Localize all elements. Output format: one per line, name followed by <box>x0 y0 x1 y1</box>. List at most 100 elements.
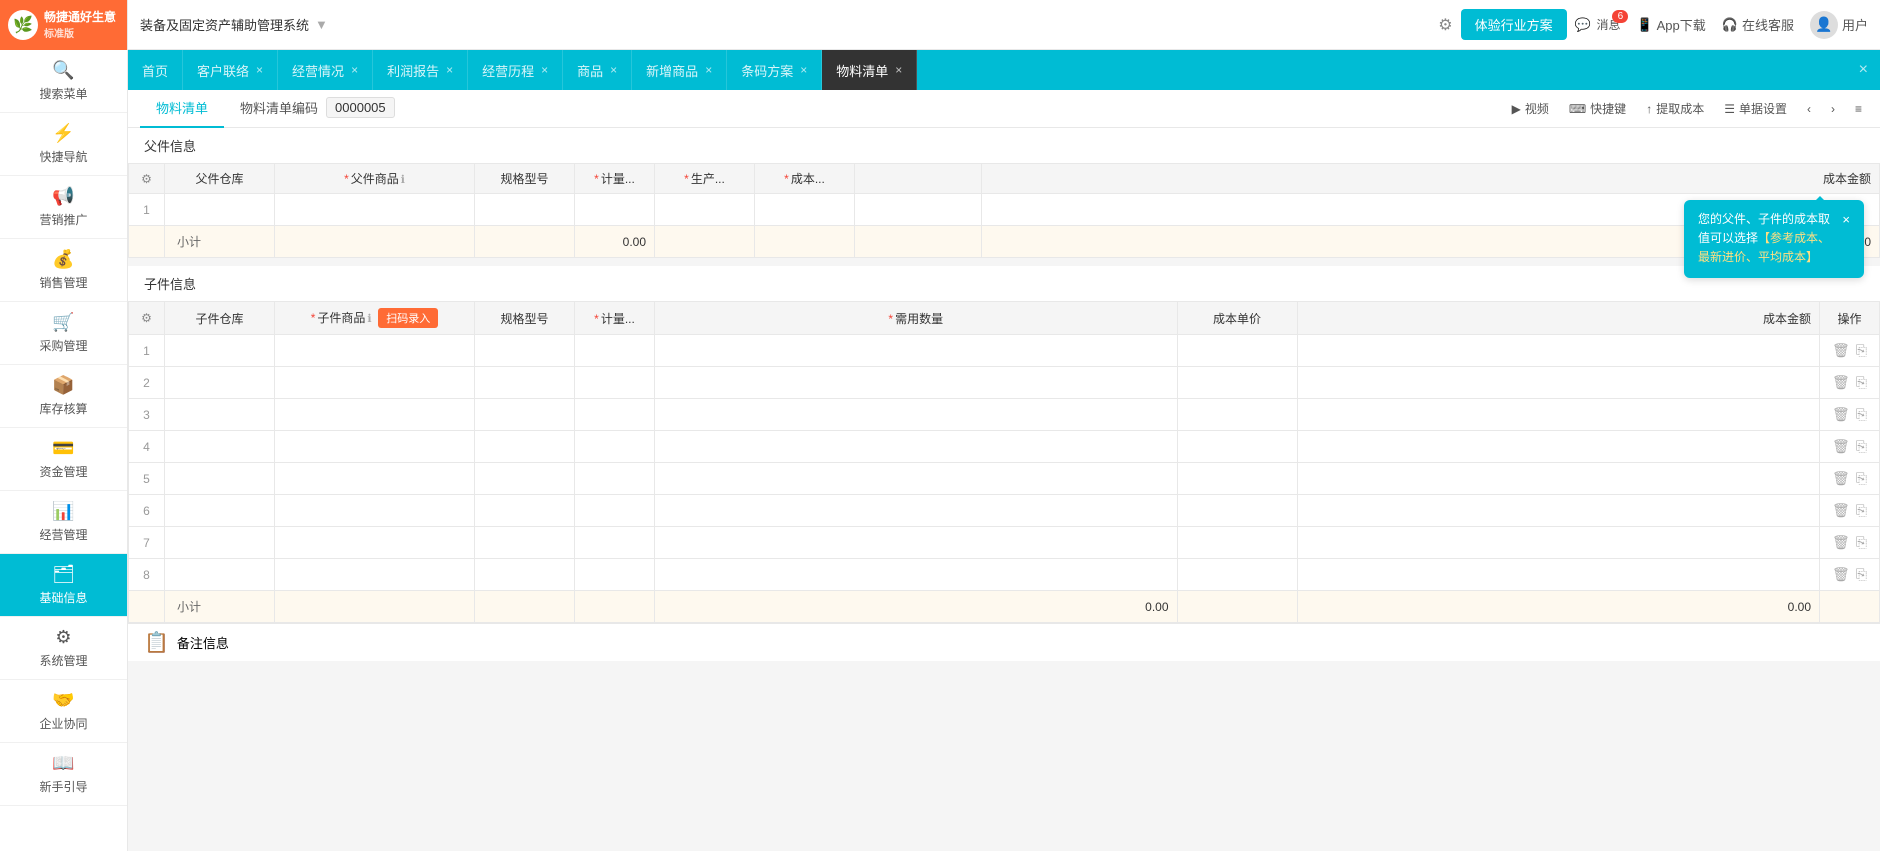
nav-close-all[interactable]: × <box>1847 50 1880 90</box>
tooltip-close-btn[interactable]: × <box>1842 210 1850 231</box>
child-row-qty[interactable] <box>655 495 1178 527</box>
child-row-qty[interactable] <box>655 335 1178 367</box>
child-row-cost-amount[interactable] <box>1297 527 1820 559</box>
user-btn[interactable]: 👤 用户 <box>1810 11 1868 39</box>
sidebar-item-purchase[interactable]: 🛒 采购管理 <box>0 302 127 365</box>
child-row-product[interactable] <box>275 463 475 495</box>
child-row-qty[interactable] <box>655 399 1178 431</box>
sidebar-item-marketing[interactable]: 📢 营销推广 <box>0 176 127 239</box>
sidebar-item-operation[interactable]: 📊 经营管理 <box>0 491 127 554</box>
tab-history[interactable]: 经营历程 × <box>468 50 563 90</box>
child-row-spec[interactable] <box>475 335 575 367</box>
gear-button[interactable]: ⚙ <box>1438 15 1452 35</box>
child-row-unit-cost[interactable] <box>1177 559 1297 591</box>
child-row-warehouse[interactable] <box>165 559 275 591</box>
child-row-product[interactable] <box>275 367 475 399</box>
child-row-spec[interactable] <box>475 559 575 591</box>
tab-customer[interactable]: 客户联络 × <box>183 50 278 90</box>
tab-product-close[interactable]: × <box>610 63 617 77</box>
child-row-product[interactable] <box>275 399 475 431</box>
child-row-unit-cost[interactable] <box>1177 527 1297 559</box>
child-row-cost-amount[interactable] <box>1297 559 1820 591</box>
child-row-unit-cost[interactable] <box>1177 463 1297 495</box>
child-row-spec[interactable] <box>475 495 575 527</box>
parent-th-gear[interactable]: ⚙ <box>129 164 165 194</box>
child-row-unit[interactable] <box>575 559 655 591</box>
sidebar-item-basic[interactable]: 🗂 基础信息 <box>0 554 127 617</box>
child-row-qty[interactable] <box>655 527 1178 559</box>
messages-btn[interactable]: 💬 6 消息 <box>1575 16 1621 33</box>
parent-row-spec[interactable] <box>475 194 575 226</box>
child-row-spec[interactable] <box>475 527 575 559</box>
copy-icon[interactable]: ⎘ <box>1856 502 1867 519</box>
parent-row-produce[interactable] <box>655 194 755 226</box>
child-row-qty[interactable] <box>655 559 1178 591</box>
child-row-unit[interactable] <box>575 495 655 527</box>
tab-profit-close[interactable]: × <box>446 63 453 77</box>
child-row-unit-cost[interactable] <box>1177 335 1297 367</box>
child-row-unit-cost[interactable] <box>1177 367 1297 399</box>
sidebar-item-finance[interactable]: 💳 资金管理 <box>0 428 127 491</box>
parent-row-cost[interactable] <box>755 194 855 226</box>
tab-barcode-close[interactable]: × <box>800 63 807 77</box>
tab-operation-close[interactable]: × <box>351 63 358 77</box>
tab-home[interactable]: 首页 <box>128 50 183 90</box>
delete-icon[interactable]: 🗑 <box>1832 470 1850 487</box>
child-row-warehouse[interactable] <box>165 399 275 431</box>
delete-icon[interactable]: 🗑 <box>1832 342 1850 359</box>
child-row-cost-amount[interactable] <box>1297 431 1820 463</box>
child-row-unit-cost[interactable] <box>1177 399 1297 431</box>
copy-icon[interactable]: ⎘ <box>1856 374 1867 391</box>
list-view-btn[interactable]: ≡ <box>1849 99 1868 119</box>
child-row-unit[interactable] <box>575 431 655 463</box>
tab-profit[interactable]: 利润报告 × <box>373 50 468 90</box>
copy-icon[interactable]: ⎘ <box>1856 438 1867 455</box>
child-row-spec[interactable] <box>475 399 575 431</box>
child-row-unit[interactable] <box>575 463 655 495</box>
delete-icon[interactable]: 🗑 <box>1832 534 1850 551</box>
nav-prev-btn[interactable]: ‹ <box>1801 99 1817 119</box>
sidebar-item-guide[interactable]: 📖 新手引导 <box>0 743 127 806</box>
child-row-unit[interactable] <box>575 335 655 367</box>
sidebar-item-inventory[interactable]: 📦 库存核算 <box>0 365 127 428</box>
tab-bom[interactable]: 物料清单 × <box>822 50 917 90</box>
child-row-qty[interactable] <box>655 367 1178 399</box>
sub-tab-bom-code[interactable]: 物料清单编码 0000005 <box>224 90 411 128</box>
sidebar-item-quicknav[interactable]: ⚡ 快捷导航 <box>0 113 127 176</box>
delete-icon[interactable]: 🗑 <box>1832 374 1850 391</box>
child-row-cost-amount[interactable] <box>1297 399 1820 431</box>
parent-row-unit[interactable] <box>575 194 655 226</box>
child-row-warehouse[interactable] <box>165 463 275 495</box>
copy-icon[interactable]: ⎘ <box>1856 470 1867 487</box>
sidebar-item-enterprise[interactable]: 🤝 企业协同 <box>0 680 127 743</box>
parent-row-product[interactable] <box>275 194 475 226</box>
child-row-warehouse[interactable] <box>165 527 275 559</box>
online-service-btn[interactable]: 🎧 在线客服 <box>1722 15 1794 34</box>
child-row-spec[interactable] <box>475 463 575 495</box>
copy-icon[interactable]: ⎘ <box>1856 534 1867 551</box>
extract-cost-btn[interactable]: ↑ 提取成本 <box>1640 97 1710 120</box>
trial-btn[interactable]: 体验行业方案 <box>1461 9 1567 40</box>
child-row-product[interactable] <box>275 527 475 559</box>
hotkey-btn[interactable]: ⌨ 快捷键 <box>1563 97 1632 120</box>
tab-product[interactable]: 商品 × <box>563 50 632 90</box>
child-row-cost-amount[interactable] <box>1297 367 1820 399</box>
child-row-warehouse[interactable] <box>165 431 275 463</box>
child-row-warehouse[interactable] <box>165 367 275 399</box>
child-row-product[interactable] <box>275 495 475 527</box>
app-download-btn[interactable]: 📱 App下载 <box>1636 15 1705 34</box>
doc-settings-btn[interactable]: ☰ 单据设置 <box>1718 97 1793 120</box>
tab-history-close[interactable]: × <box>541 63 548 77</box>
child-row-product[interactable] <box>275 431 475 463</box>
child-row-product[interactable] <box>275 335 475 367</box>
scan-input-btn[interactable]: 扫码录入 <box>378 308 438 328</box>
delete-icon[interactable]: 🗑 <box>1832 438 1850 455</box>
copy-icon[interactable]: ⎘ <box>1856 406 1867 423</box>
sidebar-item-system[interactable]: ⚙ 系统管理 <box>0 617 127 680</box>
copy-icon[interactable]: ⎘ <box>1856 342 1867 359</box>
memo-icon[interactable]: 📋 <box>144 630 169 655</box>
child-row-unit-cost[interactable] <box>1177 495 1297 527</box>
child-row-cost-amount[interactable] <box>1297 335 1820 367</box>
child-row-qty[interactable] <box>655 431 1178 463</box>
child-row-spec[interactable] <box>475 431 575 463</box>
